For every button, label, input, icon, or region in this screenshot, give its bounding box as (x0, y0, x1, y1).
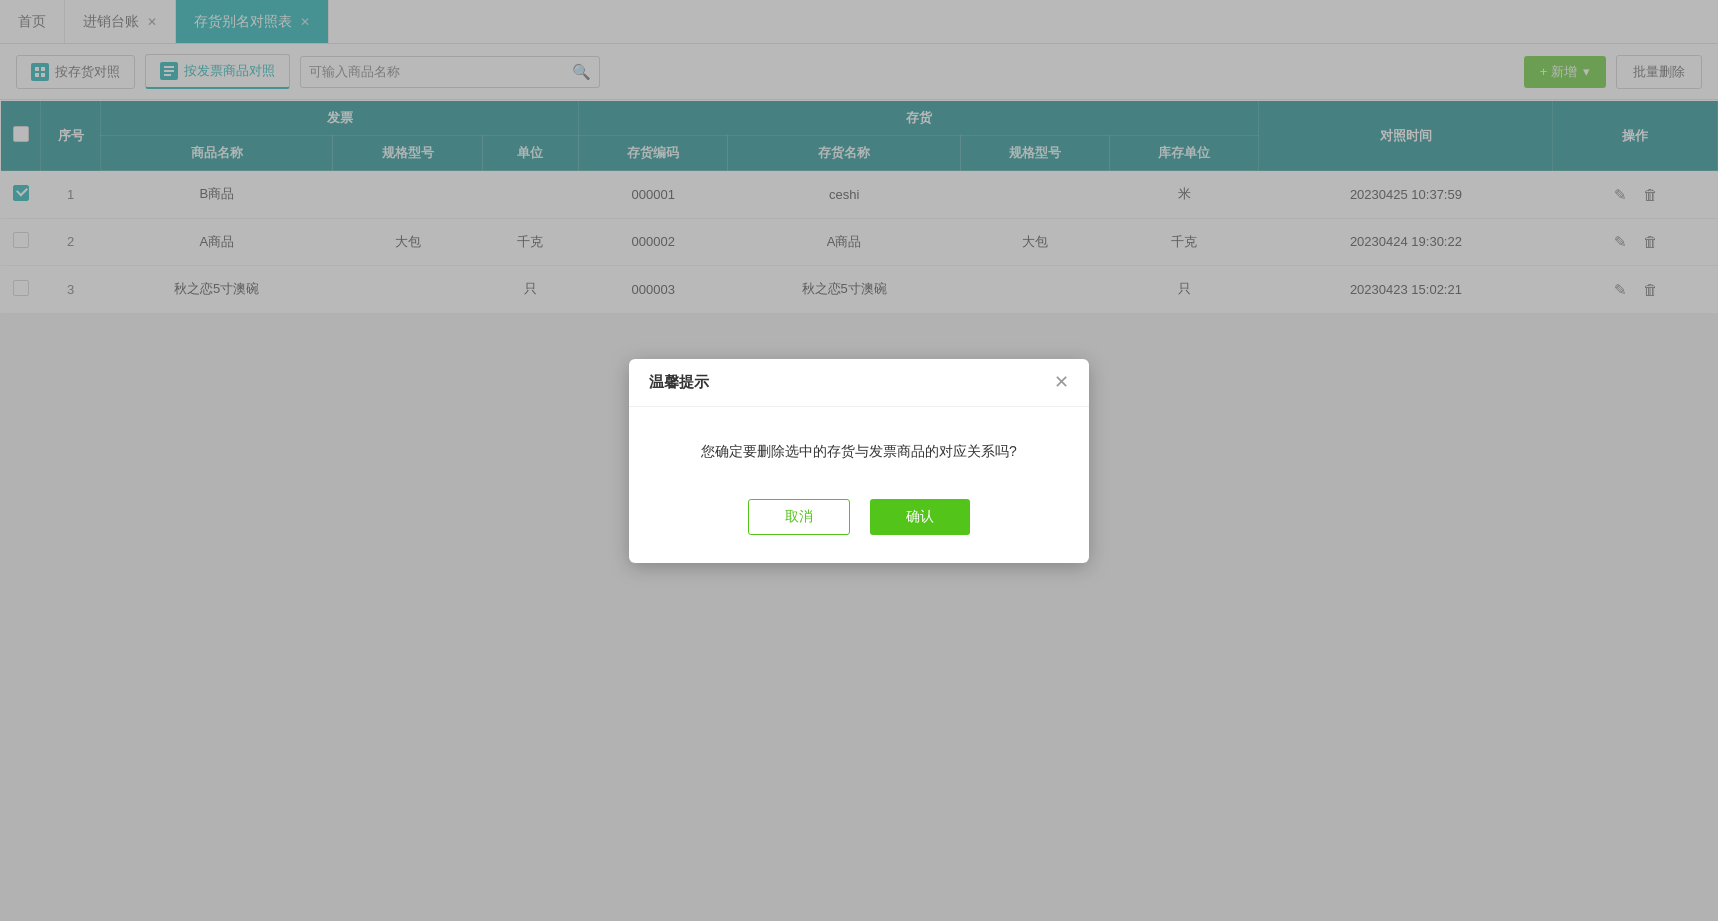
main-content: 序号 发票 存货 对照时间 操作 商品名称 规格型号 单位 存货编码 存货名称 … (0, 100, 1718, 314)
modal-overlay: 温馨提示 ✕ 您确定要删除选中的存货与发票商品的对应关系吗? 取消 确认 (0, 0, 1718, 314)
